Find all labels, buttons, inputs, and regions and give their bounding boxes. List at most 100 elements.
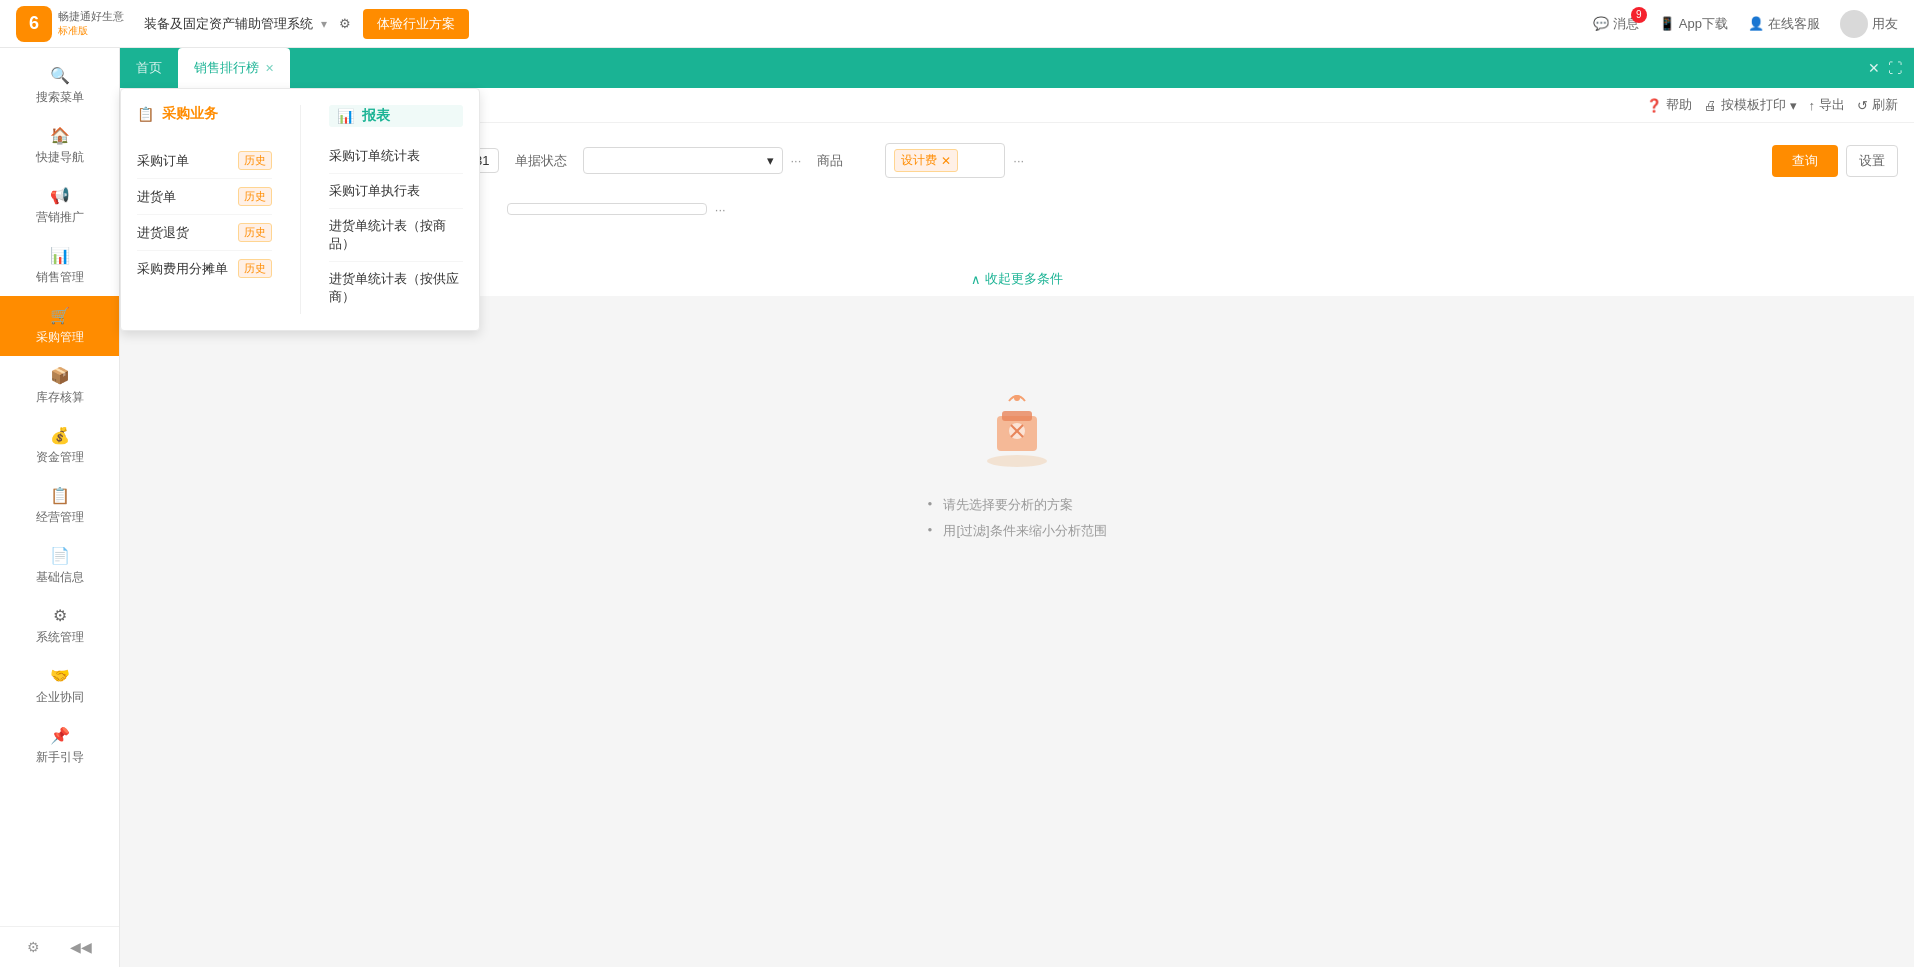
stock-in-stat-goods-item[interactable]: 进货单统计表（按商品） <box>329 209 464 262</box>
query-button[interactable]: 查询 <box>1772 145 1838 177</box>
system-icon: ⚙ <box>53 606 67 625</box>
message-icon: 💬 <box>1593 16 1609 31</box>
goods-tag-close[interactable]: ✕ <box>941 154 951 168</box>
sales-icon: 📊 <box>50 246 70 265</box>
sidebar-item-inventory[interactable]: 📦 库存核算 <box>0 356 119 416</box>
goods-input[interactable]: 设计费 ✕ <box>885 143 1005 178</box>
purchase-expense-item[interactable]: 采购费用分摊单 历史 <box>137 251 272 286</box>
tab-close-all-icon[interactable]: ✕ <box>1868 60 1880 76</box>
refresh-icon: ↺ <box>1857 98 1868 113</box>
status-chevron-icon: ▾ <box>767 153 774 168</box>
operations-icon: 📋 <box>50 486 70 505</box>
empty-tip-2: 用[过滤]条件来缩小分析范围 <box>927 518 1106 544</box>
goods-tag: 设计费 ✕ <box>894 149 958 172</box>
sidebar: 🔍 搜索菜单 🏠 快捷导航 📢 营销推广 📊 销售管理 🛒 采购管理 📦 库存核… <box>0 48 120 967</box>
sidebar-item-enterprise[interactable]: 🤝 企业协同 <box>0 656 119 716</box>
tab-close-icon[interactable]: ✕ <box>265 62 274 75</box>
filter-settings-button[interactable]: 设置 <box>1846 145 1898 177</box>
status-input[interactable]: ▾ <box>583 147 783 174</box>
logo-icon: 6 <box>16 6 52 42</box>
message-badge: 9 <box>1631 7 1647 23</box>
base-icon: 📄 <box>50 546 70 565</box>
system-title-chevron[interactable]: ▾ <box>321 17 327 31</box>
tab-bar: 首页 销售排行榜 ✕ ✕ ⛶ <box>120 48 1914 88</box>
svg-point-0 <box>987 455 1047 467</box>
sidebar-item-base[interactable]: 📄 基础信息 <box>0 536 119 596</box>
svg-rect-2 <box>1002 411 1032 421</box>
help-button[interactable]: ❓ 帮助 <box>1646 96 1692 114</box>
print-button[interactable]: 🖨 按模板打印 ▾ <box>1704 96 1797 114</box>
purchase-order-item[interactable]: 采购订单 历史 <box>137 143 272 179</box>
sidebar-item-system[interactable]: ⚙ 系统管理 <box>0 596 119 656</box>
purchase-business-title: 📋 采购业务 <box>137 105 272 131</box>
print-icon: 🖨 <box>1704 98 1717 113</box>
sidebar-item-operations[interactable]: 📋 经营管理 <box>0 476 119 536</box>
sidebar-item-nav[interactable]: 🏠 快捷导航 <box>0 116 119 176</box>
system-title: 装备及固定资产辅助管理系统 ▾ ⚙ <box>144 15 351 33</box>
marketing-icon: 📢 <box>50 186 70 205</box>
print-chevron-icon: ▾ <box>1790 98 1797 113</box>
sidebar-footer: ⚙ ◀◀ <box>0 926 119 967</box>
system-settings-icon[interactable]: ⚙ <box>339 16 351 31</box>
guide-icon: 📌 <box>50 726 70 745</box>
export-button[interactable]: ↑ 导出 <box>1809 96 1846 114</box>
top-header: 6 畅捷通好生意 标准版 装备及固定资产辅助管理系统 ▾ ⚙ 体验行业方案 💬 … <box>0 0 1914 48</box>
user-button[interactable]: 用友 <box>1840 10 1898 38</box>
empty-tips: 请先选择要分析的方案 用[过滤]条件来缩小分析范围 <box>927 492 1106 544</box>
stock-return-history-tag: 历史 <box>238 223 272 242</box>
report-title: 📊 报表 <box>329 105 464 127</box>
status-filter-cell: 单据状态 ▾ ··· <box>515 147 802 174</box>
stock-return-item[interactable]: 进货退货 历史 <box>137 215 272 251</box>
purchase-order-exec-item[interactable]: 采购订单执行表 <box>329 174 464 209</box>
salesperson-filter-cell: 业务员 ··· <box>439 200 726 218</box>
sidebar-item-sales[interactable]: 📊 销售管理 <box>0 236 119 296</box>
sidebar-collapse-button[interactable]: ◀◀ <box>70 939 92 955</box>
inventory-icon: 📦 <box>50 366 70 385</box>
sidebar-item-search[interactable]: 🔍 搜索菜单 <box>0 56 119 116</box>
trial-button[interactable]: 体验行业方案 <box>363 9 469 39</box>
purchase-dropdown: 📋 采购业务 采购订单 历史 进货单 历史 进货退货 历史 采购费用分摊单 历史… <box>120 88 480 331</box>
sidebar-item-purchase[interactable]: 🛒 采购管理 <box>0 296 119 356</box>
purchase-order-history-tag: 历史 <box>238 151 272 170</box>
logo-text: 畅捷通好生意 <box>58 9 124 23</box>
tab-sales-rank[interactable]: 销售排行榜 ✕ <box>178 48 290 88</box>
purchase-business-section: 📋 采购业务 采购订单 历史 进货单 历史 进货退货 历史 采购费用分摊单 历史 <box>137 105 272 314</box>
search-icon: 🔍 <box>50 66 70 85</box>
stock-in-item[interactable]: 进货单 历史 <box>137 179 272 215</box>
tab-home[interactable]: 首页 <box>120 48 178 88</box>
purchase-order-stat-item[interactable]: 采购订单统计表 <box>329 139 464 174</box>
stock-in-stat-supplier-item[interactable]: 进货单统计表（按供应商） <box>329 262 464 314</box>
header-right: 💬 消息 9 📱 App下载 👤 在线客服 用友 <box>1593 10 1898 38</box>
app-download-button[interactable]: 📱 App下载 <box>1659 15 1728 33</box>
goods-label: 商品 <box>817 152 877 170</box>
status-dots[interactable]: ··· <box>791 153 802 168</box>
sidebar-settings-button[interactable]: ⚙ <box>27 939 40 955</box>
home-icon: 🏠 <box>50 126 70 145</box>
tab-expand-icon[interactable]: ⛶ <box>1888 60 1902 76</box>
refresh-button[interactable]: ↺ 刷新 <box>1857 96 1898 114</box>
message-button[interactable]: 💬 消息 9 <box>1593 15 1639 33</box>
help-icon: ❓ <box>1646 98 1662 113</box>
salesperson-dots[interactable]: ··· <box>715 202 726 217</box>
sidebar-item-finance[interactable]: 💰 资金管理 <box>0 416 119 476</box>
empty-icon <box>967 376 1067 476</box>
status-label: 单据状态 <box>515 152 575 170</box>
empty-state: 请先选择要分析的方案 用[过滤]条件来缩小分析范围 <box>120 296 1914 624</box>
stock-in-history-tag: 历史 <box>238 187 272 206</box>
dropdown-divider <box>300 105 301 314</box>
online-service-button[interactable]: 👤 在线客服 <box>1748 15 1820 33</box>
collapse-button[interactable]: ∧ 收起更多条件 <box>971 270 1063 288</box>
salesperson-input[interactable] <box>507 203 707 215</box>
sidebar-item-marketing[interactable]: 📢 营销推广 <box>0 176 119 236</box>
goods-dots[interactable]: ··· <box>1013 153 1024 168</box>
collapse-up-icon: ∧ <box>971 272 981 287</box>
enterprise-icon: 🤝 <box>50 666 70 685</box>
user-avatar <box>1840 10 1868 38</box>
export-icon: ↑ <box>1809 98 1816 113</box>
purchase-business-icon: 📋 <box>137 106 154 122</box>
sidebar-item-guide[interactable]: 📌 新手引导 <box>0 716 119 776</box>
purchase-icon: 🛒 <box>50 306 70 325</box>
report-icon: 📊 <box>337 108 354 124</box>
logo-badge: 标准版 <box>58 24 124 38</box>
report-section: 📊 报表 采购订单统计表 采购订单执行表 进货单统计表（按商品） 进货单统计表（… <box>329 105 464 314</box>
